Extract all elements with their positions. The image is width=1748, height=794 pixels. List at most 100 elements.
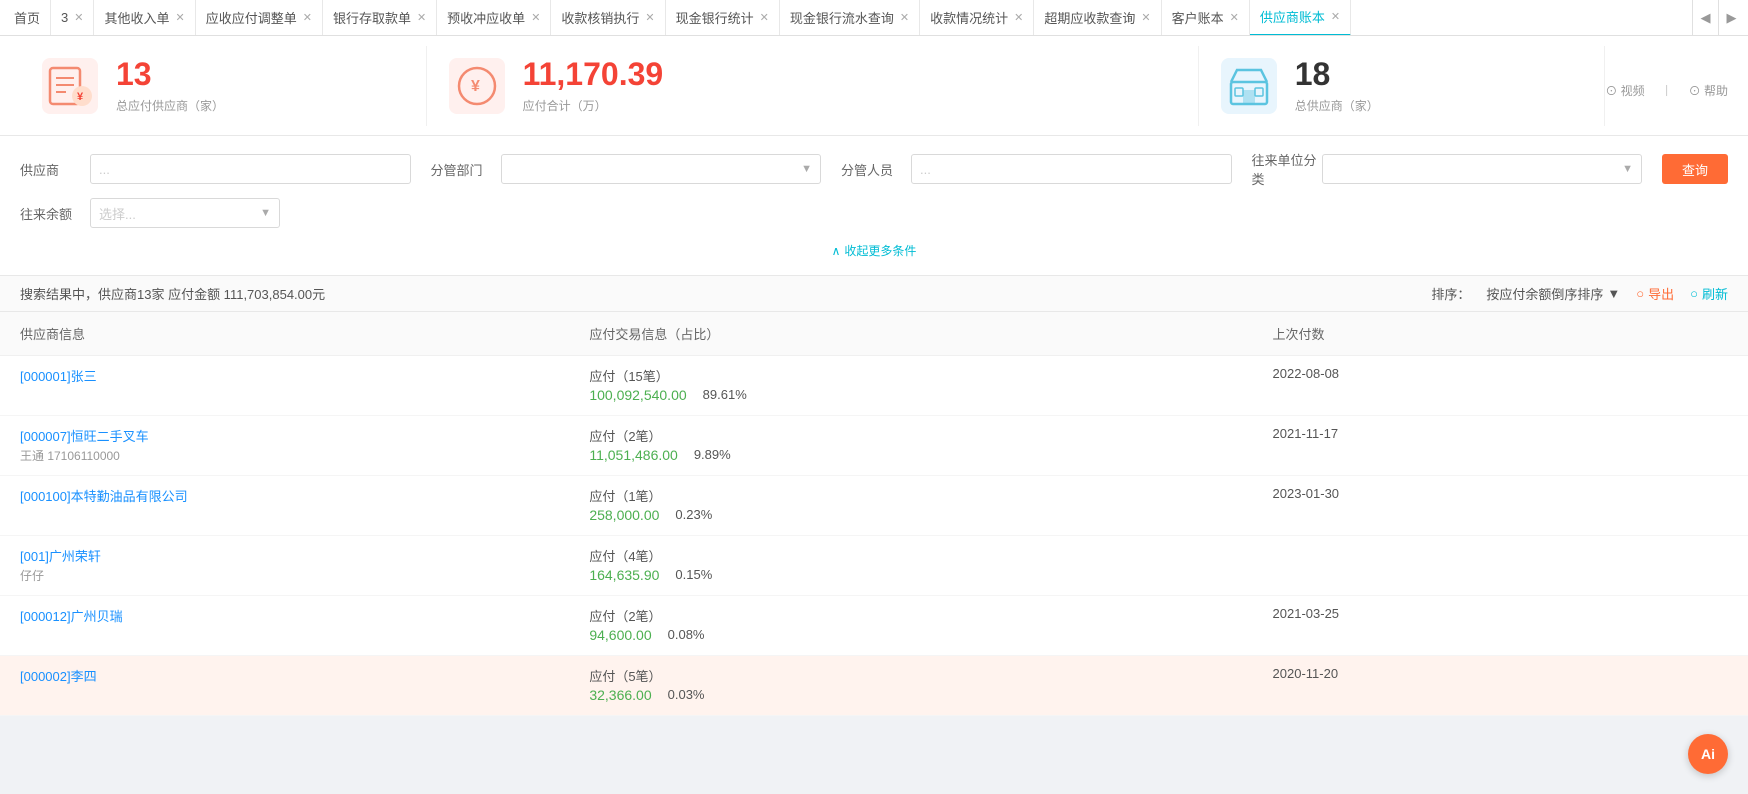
- nav-tab-prepay-label: 预收冲应收单: [447, 8, 525, 27]
- close-icon[interactable]: ✕: [1230, 11, 1239, 24]
- ai-button[interactable]: Ai: [1688, 734, 1728, 774]
- transaction-info: 应付（2笔） 94,600.00 0.08%: [589, 606, 1272, 643]
- close-icon[interactable]: ✕: [760, 11, 769, 24]
- sep: 丨: [1661, 82, 1673, 99]
- close-icon[interactable]: ✕: [74, 11, 83, 24]
- sort-option[interactable]: 按应付余额倒序排序 ▼: [1486, 284, 1620, 303]
- nav-tab-home[interactable]: 首页: [4, 0, 51, 36]
- chevron-down-icon: ▼: [1622, 163, 1633, 175]
- payable-suppliers-number: 13: [116, 57, 224, 92]
- supplier-link[interactable]: [000007]恒旺二手叉车: [20, 429, 149, 444]
- sort-label: 排序：: [1431, 284, 1470, 303]
- table-row: [000007]恒旺二手叉车 王通 17106110000 应付（2笔） 11,…: [0, 416, 1748, 476]
- nav-tab-customer-account[interactable]: 客户账本 ✕: [1162, 0, 1250, 36]
- filter-category: 往来单位分类 ▼: [1252, 150, 1643, 188]
- close-icon[interactable]: ✕: [417, 11, 426, 24]
- trans-percent: 0.08%: [668, 627, 705, 642]
- supplier-info: [000012]广州贝瑞: [20, 606, 589, 625]
- trans-amount[interactable]: 100,092,540.00: [589, 387, 686, 403]
- stat-info-total-payable: 11,170.39 应付合计（万）: [523, 57, 664, 113]
- trans-row: 100,092,540.00 89.61%: [589, 385, 1272, 403]
- supplier-info: [000007]恒旺二手叉车 王通 17106110000: [20, 426, 589, 464]
- table-row: [000002]李四 应付（5笔） 32,366.00 0.03% 2020-1…: [0, 656, 1748, 716]
- dept-label: 分管部门: [431, 160, 501, 179]
- total-suppliers-number: 18: [1295, 57, 1379, 92]
- last-pay-date: 2023-01-30: [1273, 486, 1340, 501]
- supplier-link[interactable]: [001]广州荣轩: [20, 549, 101, 564]
- trans-row: 164,635.90 0.15%: [589, 565, 1272, 583]
- close-icon[interactable]: ✕: [645, 11, 654, 24]
- close-icon[interactable]: ✕: [303, 11, 312, 24]
- trans-amount[interactable]: 11,051,486.00: [589, 447, 678, 463]
- filter-row-1: 供应商 ... 分管部门 ▼ 分管人员 ... 往来单位分类 ▼: [20, 150, 1728, 188]
- payable-suppliers-label: 总应付供应商（家）: [116, 97, 224, 114]
- sort-option-label: 按应付余额倒序排序: [1486, 284, 1603, 303]
- supplier-info: [000100]本特勤油品有限公司: [20, 486, 589, 505]
- trans-label: 应付（1笔）: [589, 486, 1272, 505]
- trans-row: 258,000.00 0.23%: [589, 505, 1272, 523]
- category-select[interactable]: ▼: [1322, 154, 1643, 184]
- result-actions: 排序： 按应付余额倒序排序 ▼ ○ 导出 ○ 刷新: [1431, 284, 1728, 303]
- close-icon[interactable]: ✕: [175, 11, 184, 24]
- nav-tab-verify[interactable]: 收款核销执行 ✕: [551, 0, 665, 36]
- transaction-info: 应付（15笔） 100,092,540.00 89.61%: [589, 366, 1272, 403]
- col-header-transaction: 应付交易信息（占比）: [589, 324, 1272, 343]
- supplier-link[interactable]: [000100]本特勤油品有限公司: [20, 489, 188, 504]
- supplier-link[interactable]: [000001]张三: [20, 369, 97, 384]
- supplier-info: [000001]张三: [20, 366, 589, 385]
- nav-tab-overdue[interactable]: 超期应收款查询 ✕: [1034, 0, 1161, 36]
- filter-person: 分管人员 ...: [841, 154, 1232, 184]
- trans-row: 32,366.00 0.03%: [589, 685, 1272, 703]
- nav-tab-other-income[interactable]: 其他收入单 ✕: [94, 0, 195, 36]
- nav-tab-3[interactable]: 3 ✕: [51, 0, 94, 36]
- nav-prev-arrow[interactable]: ◀: [1692, 0, 1718, 36]
- trans-amount[interactable]: 32,366.00: [589, 687, 651, 703]
- nav-tab-cash-stat[interactable]: 现金银行统计 ✕: [666, 0, 780, 36]
- supplier-link[interactable]: [000012]广州贝瑞: [20, 609, 123, 624]
- total-suppliers-icon: [1219, 56, 1279, 116]
- help-link[interactable]: ⊙ 帮助: [1689, 82, 1728, 99]
- close-icon[interactable]: ✕: [531, 11, 540, 24]
- close-icon[interactable]: ✕: [1141, 11, 1150, 24]
- nav-tab-bank[interactable]: 银行存取款单 ✕: [323, 0, 437, 36]
- trans-amount[interactable]: 94,600.00: [589, 627, 651, 643]
- top-nav: 首页 3 ✕ 其他收入单 ✕ 应收应付调整单 ✕ 银行存取款单 ✕ 预收冲应收单…: [0, 0, 1748, 36]
- table-row: [001]广州荣轩 仔仔 应付（4笔） 164,635.90 0.15%: [0, 536, 1748, 596]
- last-pay: 2021-03-25: [1273, 606, 1728, 621]
- stat-card-total-payable: ¥ 11,170.39 应付合计（万）: [427, 46, 1199, 126]
- refresh-button[interactable]: ○ 刷新: [1690, 284, 1728, 303]
- ai-label: Ai: [1701, 746, 1715, 762]
- balance-select[interactable]: 选择... ▼: [90, 198, 280, 228]
- nav-tab-supplier-account[interactable]: 供应商账本 ✕: [1250, 0, 1351, 36]
- supplier-input[interactable]: ...: [90, 154, 411, 184]
- close-icon[interactable]: ✕: [1014, 11, 1023, 24]
- trans-row: 94,600.00 0.08%: [589, 625, 1272, 643]
- search-button[interactable]: 查询: [1662, 154, 1728, 184]
- close-icon[interactable]: ✕: [900, 11, 909, 24]
- last-pay-date: 2022-08-08: [1273, 366, 1340, 381]
- nav-tab-prepay[interactable]: 预收冲应收单 ✕: [437, 0, 551, 36]
- table-row: [000100]本特勤油品有限公司 应付（1笔） 258,000.00 0.23…: [0, 476, 1748, 536]
- export-icon: ○: [1636, 286, 1644, 301]
- payable-suppliers-icon: ¥: [40, 56, 100, 116]
- export-button[interactable]: ○ 导出: [1636, 284, 1674, 303]
- col-header-supplier: 供应商信息: [20, 324, 589, 343]
- trans-amount[interactable]: 164,635.90: [589, 567, 659, 583]
- collapse-btn[interactable]: ∧ 收起更多条件: [20, 238, 1728, 267]
- table-row: [000001]张三 应付（15笔） 100,092,540.00 89.61%…: [0, 356, 1748, 416]
- trans-percent: 9.89%: [694, 447, 731, 462]
- close-icon[interactable]: ✕: [1331, 10, 1340, 23]
- last-pay: 2023-01-30: [1273, 486, 1728, 501]
- dept-select[interactable]: ▼: [501, 154, 822, 184]
- trans-amount[interactable]: 258,000.00: [589, 507, 659, 523]
- nav-tab-cash-flow[interactable]: 现金银行流水查询 ✕: [780, 0, 920, 36]
- last-pay-date: 2021-03-25: [1273, 606, 1340, 621]
- nav-tab-collection-stat[interactable]: 收款情况统计 ✕: [920, 0, 1034, 36]
- person-input[interactable]: ...: [911, 154, 1232, 184]
- nav-next-arrow[interactable]: ▶: [1718, 0, 1744, 36]
- supplier-link[interactable]: [000002]李四: [20, 669, 97, 684]
- trans-percent: 0.23%: [675, 507, 712, 522]
- nav-tab-customer-account-label: 客户账本: [1172, 8, 1224, 27]
- nav-tab-adjustment[interactable]: 应收应付调整单 ✕: [196, 0, 323, 36]
- video-link[interactable]: ⊙ 视频: [1605, 82, 1644, 99]
